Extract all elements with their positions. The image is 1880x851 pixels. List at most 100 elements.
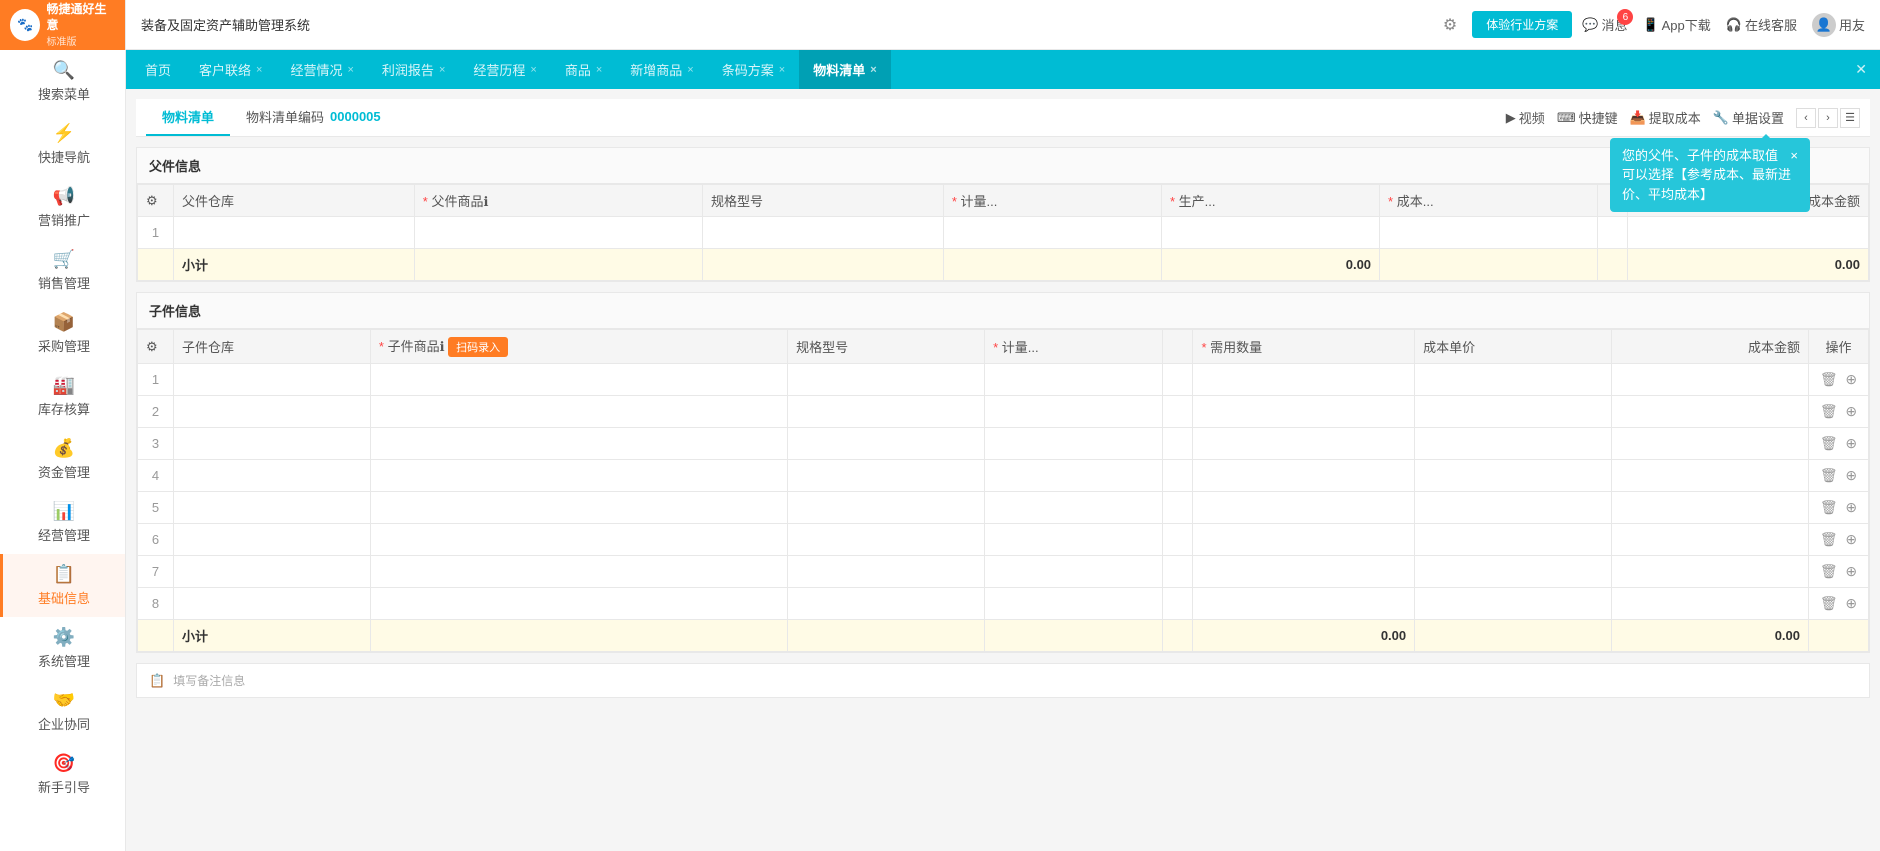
- sidebar-item-guide[interactable]: 🎯新手引导: [0, 743, 125, 806]
- delete-icon[interactable]: 🗑: [1820, 595, 1838, 611]
- child-goods-cell[interactable]: [370, 396, 787, 428]
- child-warehouse-cell[interactable]: [174, 396, 371, 428]
- child-warehouse-cell[interactable]: [174, 460, 371, 492]
- child-qty-cell[interactable]: [1193, 556, 1415, 588]
- delete-icon[interactable]: 🗑: [1820, 531, 1838, 547]
- user-menu[interactable]: 👤 用友: [1812, 13, 1865, 37]
- sidebar-item-search[interactable]: 🔍搜索菜单: [0, 50, 125, 113]
- child-unit-cost-cell[interactable]: [1415, 460, 1612, 492]
- experience-btn[interactable]: 体验行业方案: [1472, 11, 1572, 38]
- nav-tab-close-bom[interactable]: ×: [870, 64, 876, 76]
- child-goods-cell[interactable]: [370, 556, 787, 588]
- child-warehouse-cell[interactable]: [174, 492, 371, 524]
- view-btn[interactable]: ▶ 视频: [1506, 108, 1545, 127]
- nav-tab-profit[interactable]: 利润报告 ×: [368, 50, 459, 89]
- child-unit-cost-cell[interactable]: [1415, 588, 1612, 620]
- sidebar-item-basic[interactable]: 📋基础信息: [0, 554, 125, 617]
- child-cost-amount-cell[interactable]: [1612, 364, 1809, 396]
- parent-cost-amount-cell[interactable]: [1628, 217, 1869, 249]
- child-qty-cell[interactable]: [1193, 524, 1415, 556]
- child-col-config[interactable]: ⚙: [138, 330, 174, 364]
- child-unit-cell[interactable]: [985, 556, 1163, 588]
- child-goods-cell[interactable]: [370, 460, 787, 492]
- nav-tab-customer[interactable]: 客户联络 ×: [185, 50, 276, 89]
- sidebar-item-inventory[interactable]: 🏭库存核算: [0, 365, 125, 428]
- app-download-btn[interactable]: 📱 App下载: [1642, 15, 1710, 34]
- child-cost-amount-cell[interactable]: [1612, 460, 1809, 492]
- copy-icon[interactable]: ⊕: [1845, 499, 1857, 515]
- message-btn[interactable]: 💬 消息 6: [1582, 15, 1627, 34]
- sub-tab-bom-code[interactable]: 物料清单编码 0000005: [230, 99, 397, 136]
- child-unit-cost-cell[interactable]: [1415, 524, 1612, 556]
- child-qty-cell[interactable]: [1193, 364, 1415, 396]
- sidebar-item-operation[interactable]: 📊经营管理: [0, 491, 125, 554]
- copy-icon[interactable]: ⊕: [1845, 435, 1857, 451]
- child-warehouse-cell[interactable]: [174, 364, 371, 396]
- copy-icon[interactable]: ⊕: [1845, 563, 1857, 579]
- child-warehouse-cell[interactable]: [174, 588, 371, 620]
- child-qty-cell[interactable]: [1193, 588, 1415, 620]
- child-spec-cell[interactable]: [788, 396, 985, 428]
- child-warehouse-cell[interactable]: [174, 524, 371, 556]
- child-spec-cell[interactable]: [788, 460, 985, 492]
- parent-production-cell[interactable]: [1161, 217, 1379, 249]
- child-unit-cell[interactable]: [985, 588, 1163, 620]
- copy-icon[interactable]: ⊕: [1845, 595, 1857, 611]
- child-unit-cost-cell[interactable]: [1415, 492, 1612, 524]
- nav-tab-close-operation_status[interactable]: ×: [347, 64, 353, 76]
- delete-icon[interactable]: 🗑: [1820, 467, 1838, 483]
- sidebar-item-system[interactable]: ⚙️系统管理: [0, 617, 125, 680]
- child-warehouse-cell[interactable]: [174, 428, 371, 460]
- child-warehouse-cell[interactable]: [174, 556, 371, 588]
- nav-tab-close-profit[interactable]: ×: [439, 64, 445, 76]
- child-cost-amount-cell[interactable]: [1612, 492, 1809, 524]
- nav-tab-new_goods[interactable]: 新增商品 ×: [616, 50, 707, 89]
- nav-tab-goods[interactable]: 商品 ×: [551, 50, 616, 89]
- note-hint[interactable]: 填写备注信息: [173, 672, 245, 689]
- tooltip-close-btn[interactable]: ×: [1790, 146, 1798, 166]
- child-unit-cell[interactable]: [985, 524, 1163, 556]
- child-qty-cell[interactable]: [1193, 460, 1415, 492]
- nav-tab-history[interactable]: 经营历程 ×: [459, 50, 550, 89]
- parent-col-config[interactable]: ⚙: [138, 185, 174, 217]
- delete-icon[interactable]: 🗑: [1820, 435, 1838, 451]
- child-unit-cost-cell[interactable]: [1415, 396, 1612, 428]
- nav-tab-close-barcode[interactable]: ×: [779, 64, 785, 76]
- child-cost-amount-cell[interactable]: [1612, 396, 1809, 428]
- sidebar-item-quicknav[interactable]: ⚡快捷导航: [0, 113, 125, 176]
- nav-tab-bom[interactable]: 物料清单 ×: [799, 50, 890, 89]
- parent-unit-cell[interactable]: [943, 217, 1161, 249]
- child-goods-cell[interactable]: [370, 364, 787, 396]
- scan-btn[interactable]: 扫码录入: [448, 337, 508, 357]
- child-goods-cell[interactable]: [370, 428, 787, 460]
- menu-arrow[interactable]: ☰: [1840, 108, 1860, 128]
- child-spec-cell[interactable]: [788, 556, 985, 588]
- close-all-tabs-btn[interactable]: ✕: [1847, 61, 1875, 78]
- delete-icon[interactable]: 🗑: [1820, 499, 1838, 515]
- child-goods-cell[interactable]: [370, 524, 787, 556]
- shortcut-btn[interactable]: ⌨ 快捷键: [1557, 108, 1618, 127]
- child-unit-cost-cell[interactable]: [1415, 428, 1612, 460]
- child-cost-amount-cell[interactable]: [1612, 524, 1809, 556]
- extract-cost-btn[interactable]: 📥 提取成本: [1630, 108, 1701, 127]
- child-goods-cell[interactable]: [370, 588, 787, 620]
- child-unit-cell[interactable]: [985, 492, 1163, 524]
- child-cost-amount-cell[interactable]: [1612, 556, 1809, 588]
- child-qty-cell[interactable]: [1193, 492, 1415, 524]
- online-service-btn[interactable]: 🎧 在线客服: [1726, 15, 1797, 34]
- sidebar-item-purchase[interactable]: 📦采购管理: [0, 302, 125, 365]
- parent-goods-cell[interactable]: [414, 217, 702, 249]
- child-goods-cell[interactable]: [370, 492, 787, 524]
- parent-cost-cell[interactable]: [1380, 217, 1598, 249]
- child-qty-cell[interactable]: [1193, 428, 1415, 460]
- parent-warehouse-cell[interactable]: [174, 217, 415, 249]
- child-unit-cost-cell[interactable]: [1415, 364, 1612, 396]
- copy-icon[interactable]: ⊕: [1845, 403, 1857, 419]
- sidebar-item-marketing[interactable]: 📢营销推广: [0, 176, 125, 239]
- copy-icon[interactable]: ⊕: [1845, 371, 1857, 387]
- child-cost-amount-cell[interactable]: [1612, 588, 1809, 620]
- nav-tab-close-goods[interactable]: ×: [596, 64, 602, 76]
- child-spec-cell[interactable]: [788, 428, 985, 460]
- child-unit-cell[interactable]: [985, 460, 1163, 492]
- child-spec-cell[interactable]: [788, 364, 985, 396]
